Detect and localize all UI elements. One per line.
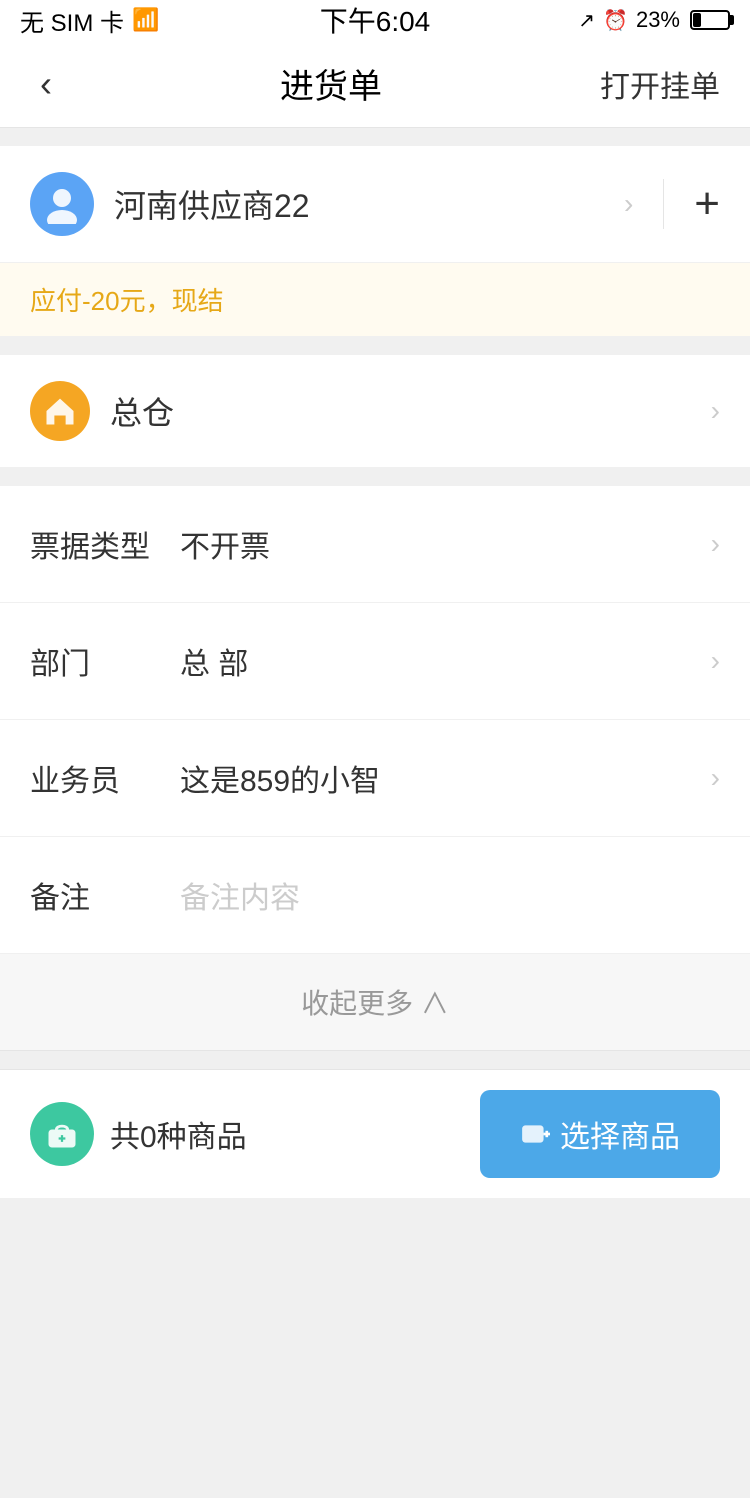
status-left: 无 SIM 卡 📶 [20, 3, 159, 38]
salesman-value: 这是859的小智 [180, 756, 711, 800]
status-right: ↗ ⏰ 23% [578, 7, 730, 33]
section-divider-3 [0, 468, 750, 486]
collapse-row[interactable]: 收起更多 ∧ [0, 954, 750, 1051]
wifi-icon: 📶 [132, 7, 159, 33]
location-icon: ↗ [578, 8, 595, 33]
salesman-row[interactable]: 业务员 这是859的小智 › [0, 720, 750, 837]
warehouse-chevron-icon: › [711, 395, 720, 427]
alarm-icon: ⏰ [603, 8, 628, 33]
section-divider-4 [0, 1051, 750, 1069]
product-count-area: 共0种商品 [30, 1102, 247, 1166]
person-icon [42, 184, 82, 224]
bottom-bar: 共0种商品 选择商品 [0, 1069, 750, 1198]
department-chevron-icon: › [711, 645, 720, 677]
warehouse-row[interactable]: 总仓 › [0, 355, 750, 468]
department-row[interactable]: 部门 总 部 › [0, 603, 750, 720]
remark-placeholder[interactable]: 备注内容 [180, 873, 720, 917]
supplier-avatar [30, 172, 94, 236]
invoice-type-row[interactable]: 票据类型 不开票 › [0, 486, 750, 603]
background-area [0, 1198, 750, 1498]
invoice-type-label: 票据类型 [30, 522, 160, 566]
open-pending-button[interactable]: 打开挂单 [600, 62, 720, 106]
department-value: 总 部 [180, 639, 711, 683]
remark-row[interactable]: 备注 备注内容 [0, 837, 750, 954]
supplier-section: 河南供应商22 › + 应付-20元，现结 [0, 146, 750, 337]
salesman-label: 业务员 [30, 756, 160, 800]
back-button[interactable]: ‹ [30, 53, 62, 115]
department-label: 部门 [30, 639, 160, 683]
battery-percent: 23% [636, 7, 680, 33]
warehouse-icon [30, 381, 90, 441]
warehouse-name: 总仓 [110, 388, 711, 434]
house-icon [42, 393, 78, 429]
notice-banner: 应付-20元，现结 [0, 263, 750, 337]
product-count-text: 共0种商品 [110, 1112, 247, 1156]
section-divider-top [0, 128, 750, 146]
product-bag-icon [30, 1102, 94, 1166]
status-bar: 无 SIM 卡 📶 下午6:04 ↗ ⏰ 23% [0, 0, 750, 40]
invoice-type-chevron-icon: › [711, 528, 720, 560]
salesman-chevron-icon: › [711, 762, 720, 794]
carrier-text: 无 SIM 卡 [20, 3, 124, 38]
supplier-name: 河南供应商22 [114, 181, 624, 227]
nav-bar: ‹ 进货单 打开挂单 [0, 40, 750, 128]
supplier-row[interactable]: 河南供应商22 › + [0, 146, 750, 263]
battery-icon [690, 10, 730, 30]
supplier-chevron-icon: › [624, 188, 633, 220]
remark-label: 备注 [30, 873, 160, 917]
form-section: 票据类型 不开票 › 部门 总 部 › 业务员 这是859的小智 › 备注 备注… [0, 486, 750, 954]
invoice-type-value: 不开票 [180, 522, 711, 566]
page-title: 进货单 [280, 59, 382, 108]
select-product-icon [520, 1119, 550, 1149]
select-product-label: 选择商品 [560, 1112, 680, 1156]
section-divider-2 [0, 337, 750, 355]
select-product-button[interactable]: 选择商品 [480, 1090, 720, 1178]
status-time: 下午6:04 [320, 0, 431, 40]
add-supplier-button[interactable]: + [663, 179, 720, 229]
warehouse-section: 总仓 › [0, 355, 750, 468]
bag-icon [44, 1116, 80, 1152]
